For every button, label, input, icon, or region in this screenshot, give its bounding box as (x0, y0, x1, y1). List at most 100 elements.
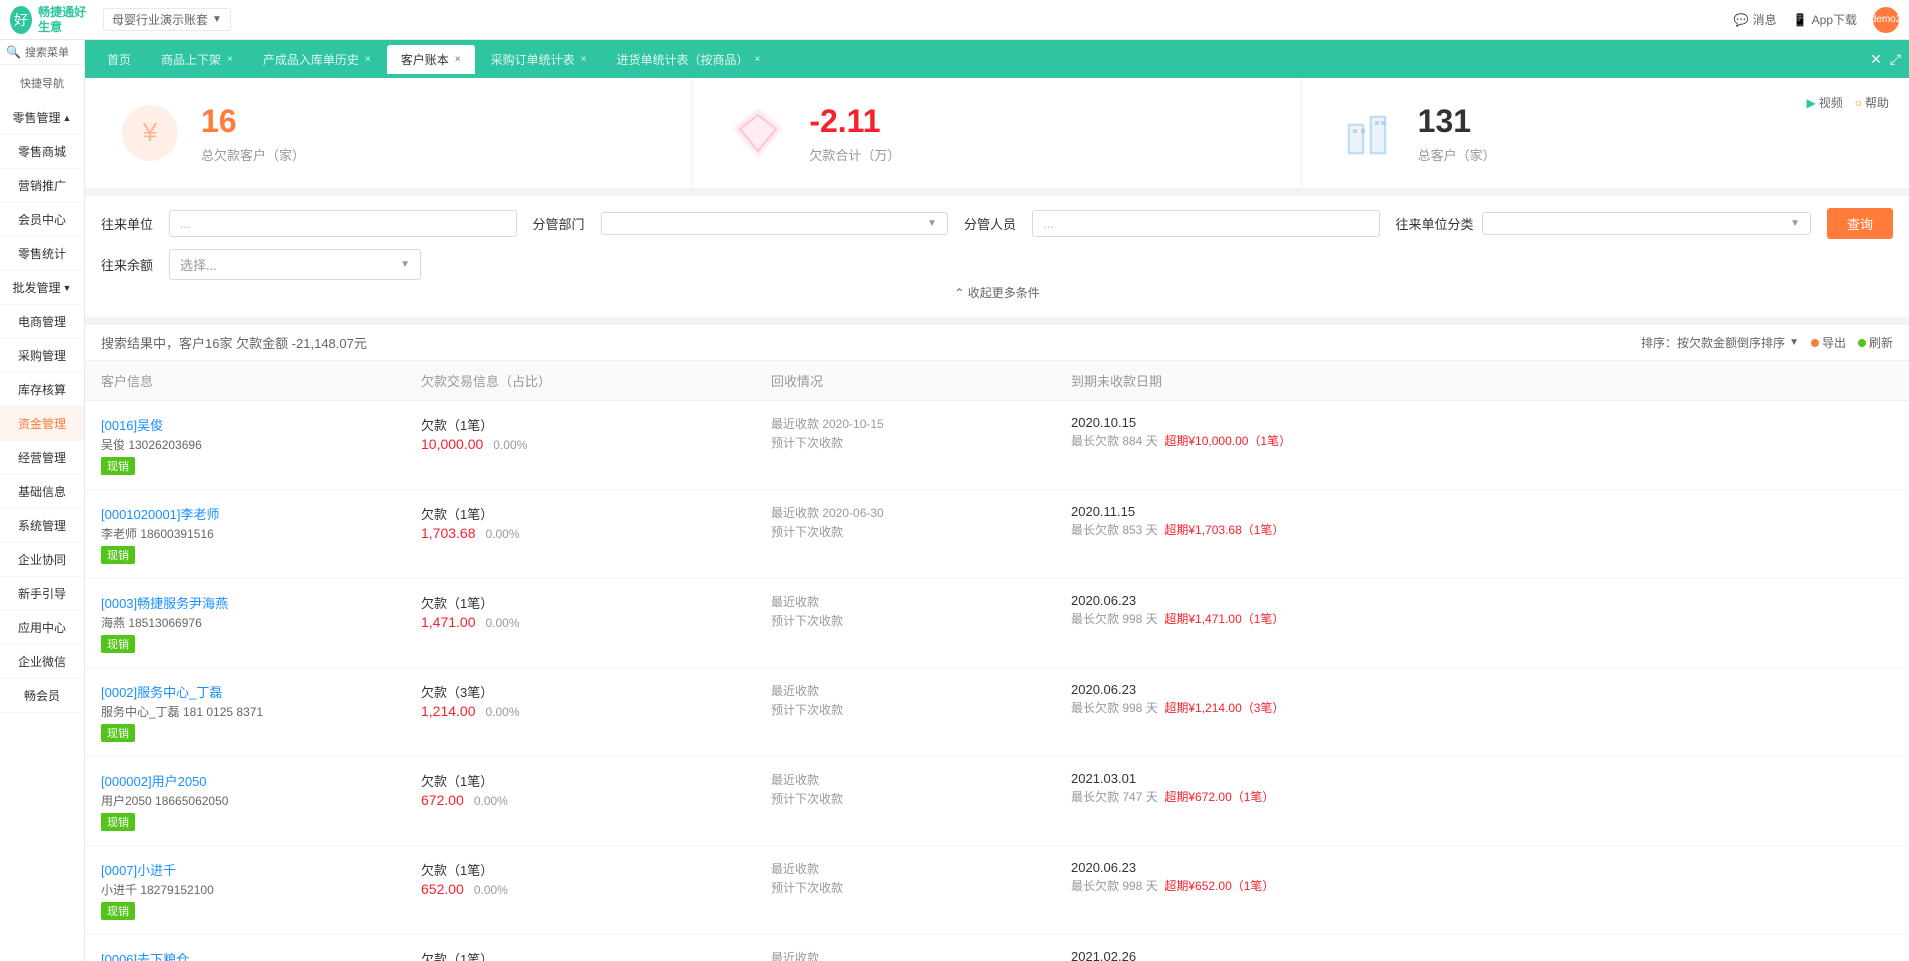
balance-input[interactable]: 选择... ▼ (169, 249, 421, 280)
table-row: [000002]用户2050 用户2050 18665062050 现销 欠款（… (85, 757, 1909, 846)
recovery-cell: 最近收款 2020-06-30 预计下次收款 (771, 504, 1071, 540)
tab-production[interactable]: 产成品入库单历史 × (249, 45, 385, 74)
filter-area: 往来单位 ... 分管部门 ▼ 分管人员 (85, 196, 1909, 317)
sidebar-item-retail-stats[interactable]: 零售统计 (0, 237, 84, 271)
debt-amount: 652.00 (421, 881, 464, 897)
sidebar-item-operations[interactable]: 经营管理 (0, 441, 84, 475)
help-btn[interactable]: ○ 帮助 (1855, 94, 1889, 111)
sidebar-item-finance[interactable]: 资金管理 (0, 407, 84, 441)
export-btn[interactable]: 导出 (1811, 334, 1846, 351)
recovery-cell: 最近收款 预计下次收款 (771, 593, 1071, 629)
overdue-days: 最长欠款 998 天 超期¥1,214.00（3笔） (1071, 699, 1893, 716)
chevron-down-icon: ▼ (212, 14, 222, 25)
search-menu-btn[interactable]: 🔍 搜索菜单 (0, 40, 84, 65)
collapse-filters-btn[interactable]: ⌃ 收起更多条件 (101, 280, 1893, 305)
search-menu-label: 搜索菜单 (25, 44, 69, 60)
tab-production-close[interactable]: × (365, 54, 371, 65)
tab-purchase-stats-close[interactable]: × (754, 54, 760, 65)
sidebar-item-inventory[interactable]: 库存核算 (0, 373, 84, 407)
tab-purchase-stats-label: 进货单统计表（按商品） (616, 51, 748, 68)
sidebar-item-collab[interactable]: 企业协同 (0, 543, 84, 577)
tab-home[interactable]: 首页 (93, 45, 145, 74)
video-btn[interactable]: ▶ 视频 (1806, 94, 1842, 111)
sidebar: 🔍 搜索菜单 快捷导航 零售管理 ▲ 零售商城 营销推广 会员中心 零售统计 批… (0, 40, 85, 961)
total-customers-value: 131 (1418, 102, 1496, 140)
search-button[interactable]: 查询 (1827, 208, 1893, 239)
customer-name[interactable]: [0003]畅捷服务尹海燕 (101, 593, 421, 612)
user-btn[interactable]: demo2 (1873, 7, 1899, 33)
sidebar-item-retail-mall[interactable]: 零售商城 (0, 135, 84, 169)
person-placeholder: ... (1043, 216, 1054, 231)
debt-cell: 欠款（1笔） 672.00 0.00% (421, 771, 771, 808)
message-btn[interactable]: 💬 消息 (1734, 11, 1777, 28)
refresh-btn[interactable]: 刷新 (1858, 334, 1893, 351)
overdue-amount[interactable]: 超期¥1,214.00（3笔） (1164, 701, 1284, 715)
tab-purchase-order-close[interactable]: × (581, 54, 587, 65)
svg-text:¥: ¥ (142, 117, 158, 147)
tab-customer-account-close[interactable]: × (455, 54, 461, 65)
unit-category-input[interactable]: ▼ (1482, 212, 1811, 235)
customer-name[interactable]: [000002]用户2050 (101, 771, 421, 790)
sidebar-item-app-center[interactable]: 应用中心 (0, 611, 84, 645)
chevron-down-icon: ▼ (1789, 337, 1799, 348)
overdue-amount[interactable]: 超期¥672.00（1笔） (1164, 790, 1274, 804)
debt-count: 欠款（1笔） (421, 415, 771, 434)
sidebar-item-member[interactable]: 会员中心 (0, 203, 84, 237)
filter-row-2: 往来余额 选择... ▼ (101, 249, 1893, 280)
customer-cell: [000002]用户2050 用户2050 18665062050 现销 (101, 771, 421, 831)
debt-row: 1,703.68 0.00% (421, 523, 771, 541)
col-customer-info: 客户信息 (101, 371, 421, 390)
overdue-days: 最长欠款 853 天 超期¥1,703.68（1笔） (1071, 521, 1893, 538)
overdue-amount[interactable]: 超期¥652.00（1笔） (1164, 879, 1274, 893)
sidebar-item-retail-mgmt[interactable]: 零售管理 ▲ (0, 101, 84, 135)
refresh-label: 刷新 (1869, 334, 1893, 351)
sidebar-item-system[interactable]: 系统管理 (0, 509, 84, 543)
customer-name[interactable]: [0001020001]李老师 (101, 504, 421, 523)
customer-name[interactable]: [0007]小进千 (101, 860, 421, 879)
sidebar-item-marketing[interactable]: 营销推广 (0, 169, 84, 203)
sort-btn[interactable]: 排序：按欠款金额倒序排序 ▼ (1641, 334, 1799, 351)
latest-payment: 最近收款 2020-10-15 (771, 415, 1071, 432)
debt-count: 欠款（1笔） (421, 771, 771, 790)
sidebar-item-batch-mgmt[interactable]: 批发管理 ▼ (0, 271, 84, 305)
source-unit-input[interactable]: ... (169, 210, 517, 237)
tab-customer-account[interactable]: 客户账本 × (387, 45, 475, 74)
overdue-cell: 2020.06.23 最长欠款 998 天 超期¥1,214.00（3笔） (1071, 682, 1893, 716)
sidebar-item-basic-info[interactable]: 基础信息 (0, 475, 84, 509)
sidebar-item-purchase[interactable]: 采购管理 (0, 339, 84, 373)
next-payment: 预计下次收款 (771, 701, 1071, 718)
person-label: 分管人员 (964, 214, 1024, 233)
customer-name[interactable]: [0002]服务中心_丁磊 (101, 682, 421, 701)
tab-purchase-order[interactable]: 采购订单统计表 × (477, 45, 601, 74)
results-bar: 搜索结果中，客户16家 欠款金额 -21,148.07元 排序：按欠款金额倒序排… (85, 325, 1909, 361)
tab-products[interactable]: 商品上下架 × (147, 45, 247, 74)
sidebar-item-ecommerce[interactable]: 电商管理 (0, 305, 84, 339)
dept-input[interactable]: ▼ (601, 212, 949, 235)
tab-purchase-stats[interactable]: 进货单统计表（按商品） × (602, 45, 774, 74)
sidebar-item-guide[interactable]: 新手引导 (0, 577, 84, 611)
tab-products-close[interactable]: × (227, 54, 233, 65)
close-all-btn[interactable]: ✕ (1870, 51, 1882, 68)
quick-nav-label: 快捷导航 (20, 78, 64, 90)
overdue-amount[interactable]: 超期¥10,000.00（1笔） (1164, 434, 1291, 448)
help-icon: ○ (1855, 96, 1862, 110)
sidebar-item-wechat[interactable]: 企业微信 (0, 645, 84, 679)
app-download-btn[interactable]: 📱 App下载 (1793, 11, 1857, 28)
latest-payment: 最近收款 2020-06-30 (771, 504, 1071, 521)
store-selector[interactable]: 母婴行业演示账套 ▼ (103, 8, 231, 31)
sidebar-item-member2[interactable]: 畅会员 (0, 679, 84, 713)
customer-name[interactable]: [0006]去下粮仓 (101, 949, 421, 961)
person-input[interactable]: ... (1032, 210, 1380, 237)
expand-btn[interactable]: ⤢ (1890, 51, 1901, 68)
customer-name[interactable]: [0016]吴俊 (101, 415, 421, 434)
customer-cell: [0016]吴俊 吴俊 13026203696 现销 (101, 415, 421, 475)
stat-info-debt-customers: 16 总欠款客户（家） (201, 102, 305, 163)
overdue-amount[interactable]: 超期¥1,703.68（1笔） (1164, 523, 1284, 537)
debt-amount: 672.00 (421, 792, 464, 808)
overdue-amount[interactable]: 超期¥1,471.00（1笔） (1164, 612, 1284, 626)
debt-cell: 欠款（1笔） 10,000.00 0.00% (421, 415, 771, 452)
quick-nav[interactable]: 快捷导航 (0, 65, 84, 101)
customer-phone: 海燕 18513066976 (101, 614, 421, 631)
table-row: [0007]小进千 小进千 18279152100 现销 欠款（1笔） 652.… (85, 846, 1909, 935)
table-row: [0003]畅捷服务尹海燕 海燕 18513066976 现销 欠款（1笔） 1… (85, 579, 1909, 668)
